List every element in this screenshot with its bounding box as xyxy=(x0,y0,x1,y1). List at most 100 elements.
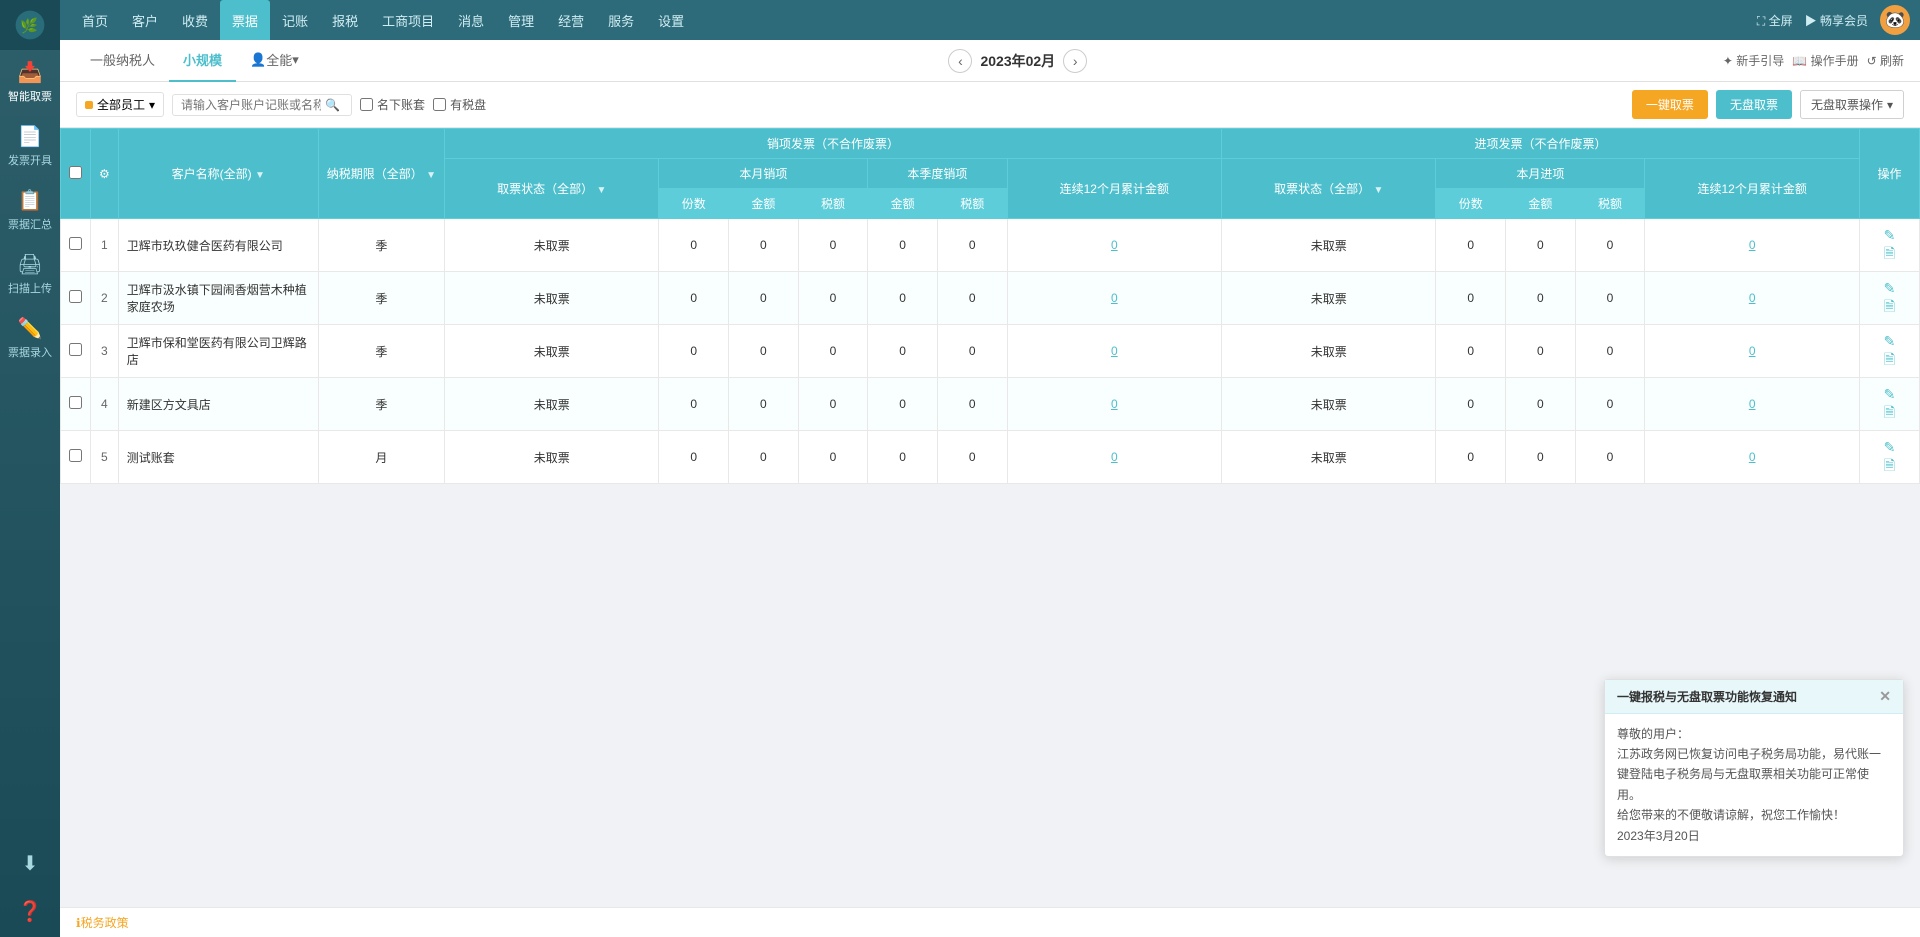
nav-collect[interactable]: 收费 xyxy=(170,0,220,40)
row-select-checkbox[interactable] xyxy=(69,237,82,250)
sidebar-item-invoice-summary[interactable]: 📋 票据汇总 xyxy=(0,178,60,242)
row-p-12month[interactable]: 0 xyxy=(1645,431,1860,484)
th-sales-12month: 连续12个月累计金额 xyxy=(1007,159,1222,219)
employee-select[interactable]: 全部员工 ▾ xyxy=(76,92,164,117)
user-avatar[interactable]: 🐼 xyxy=(1880,5,1910,35)
detail-action-btn[interactable]: 🗎 xyxy=(1880,457,1900,477)
search-input[interactable] xyxy=(181,98,321,112)
logo[interactable]: 🌿 xyxy=(0,0,60,50)
new-guide-link[interactable]: ✦ 新手引导 xyxy=(1723,52,1784,69)
search-box[interactable]: 🔍 xyxy=(172,94,352,116)
row-checkbox[interactable] xyxy=(61,378,91,431)
sidebar-item-issue-invoice-label: 发票开具 xyxy=(8,152,52,168)
row-s-month-count: 0 xyxy=(659,219,729,272)
select-all-checkbox[interactable] xyxy=(69,166,82,179)
edit-action-btn[interactable]: ✎ xyxy=(1880,278,1900,298)
row-s-month-amount: 0 xyxy=(729,431,799,484)
filter-period-icon[interactable]: ▼ xyxy=(426,170,436,181)
nav-manage[interactable]: 管理 xyxy=(496,0,546,40)
row-s-12month[interactable]: 0 xyxy=(1007,431,1222,484)
help-icon: ❓ xyxy=(18,899,43,924)
no-disk-fetch-btn[interactable]: 无盘取票 xyxy=(1716,90,1792,119)
filter-purchase-status-icon[interactable]: ▼ xyxy=(1373,185,1383,196)
row-sales-status: 未取票 xyxy=(445,378,659,431)
edit-action-btn[interactable]: ✎ xyxy=(1880,437,1900,457)
row-select-checkbox[interactable] xyxy=(69,290,82,303)
refresh-link[interactable]: ↺ 刷新 xyxy=(1867,52,1904,69)
tab-all[interactable]: 👤 全能 ▾ xyxy=(236,40,313,82)
nav-tax[interactable]: 报税 xyxy=(320,0,370,40)
row-s-12month[interactable]: 0 xyxy=(1007,219,1222,272)
fullscreen-btn[interactable]: ⛶ 全屏 xyxy=(1757,12,1793,29)
row-checkbox[interactable] xyxy=(61,219,91,272)
checkbox-my-accounts[interactable]: 名下账套 xyxy=(360,96,425,113)
sidebar-item-help[interactable]: ❓ xyxy=(0,889,60,937)
nav-home[interactable]: 首页 xyxy=(70,0,120,40)
current-month-label: 2023年02月 xyxy=(980,51,1055,71)
nav-business[interactable]: 工商项目 xyxy=(370,0,446,40)
row-checkbox[interactable] xyxy=(61,431,91,484)
row-select-checkbox[interactable] xyxy=(69,343,82,356)
row-sales-status: 未取票 xyxy=(445,325,659,378)
row-p-12month[interactable]: 0 xyxy=(1645,272,1860,325)
row-index: 4 xyxy=(91,378,119,431)
sidebar-item-scan-upload[interactable]: 🖨 扫描上传 xyxy=(0,242,60,306)
tab-general[interactable]: 一般纳税人 xyxy=(76,40,169,82)
row-index: 1 xyxy=(91,219,119,272)
detail-action-btn[interactable]: 🗎 xyxy=(1880,298,1900,318)
edit-action-btn[interactable]: ✎ xyxy=(1880,384,1900,404)
row-select-checkbox[interactable] xyxy=(69,449,82,462)
edit-action-btn[interactable]: ✎ xyxy=(1880,331,1900,351)
row-select-checkbox[interactable] xyxy=(69,396,82,409)
sidebar-item-download[interactable]: ⬇ xyxy=(0,841,60,889)
next-month-btn[interactable]: › xyxy=(1063,49,1087,73)
edit-action-btn[interactable]: ✎ xyxy=(1880,225,1900,245)
row-checkbox[interactable] xyxy=(61,325,91,378)
prev-month-btn[interactable]: ‹ xyxy=(948,49,972,73)
row-p-12month[interactable]: 0 xyxy=(1645,219,1860,272)
sidebar-item-smart-fetch[interactable]: 📥 智能取票 xyxy=(0,50,60,114)
checkbox-has-disk[interactable]: 有税盘 xyxy=(433,96,486,113)
nav-settings[interactable]: 设置 xyxy=(646,0,696,40)
month-navigation: ‹ 2023年02月 › xyxy=(948,49,1087,73)
nav-operate[interactable]: 经营 xyxy=(546,0,596,40)
table-row: 1 卫辉市玖玖健合医药有限公司 季 未取票 0 0 0 0 0 0 未取票 0 … xyxy=(61,219,1920,272)
vip-btn[interactable]: ▶ 畅享会员 xyxy=(1805,12,1868,29)
th-checkbox xyxy=(61,129,91,219)
row-index: 3 xyxy=(91,325,119,378)
detail-action-btn[interactable]: 🗎 xyxy=(1880,351,1900,371)
row-p-month-tax: 0 xyxy=(1575,272,1645,325)
tab-all-chevron: ▾ xyxy=(292,52,299,68)
sidebar: 🌿 📥 智能取票 📄 发票开具 📋 票据汇总 🖨 扫描上传 ✏️ 票据录入 ⬇ … xyxy=(0,0,60,937)
row-p-12month[interactable]: 0 xyxy=(1645,378,1860,431)
row-checkbox[interactable] xyxy=(61,272,91,325)
manual-link[interactable]: 📖 操作手册 xyxy=(1792,52,1858,69)
one-click-fetch-btn[interactable]: 一键取票 xyxy=(1632,90,1708,119)
detail-action-btn[interactable]: 🗎 xyxy=(1880,404,1900,424)
nav-bookkeeping[interactable]: 记账 xyxy=(270,0,320,40)
tab-small[interactable]: 小规模 xyxy=(169,40,236,82)
th-sales-status: 取票状态（全部） ▼ xyxy=(445,159,659,219)
nav-service[interactable]: 服务 xyxy=(596,0,646,40)
filter-customer-icon[interactable]: ▼ xyxy=(255,170,265,181)
row-s-12month[interactable]: 0 xyxy=(1007,272,1222,325)
row-s-12month[interactable]: 0 xyxy=(1007,378,1222,431)
row-purchase-status: 未取票 xyxy=(1222,431,1436,484)
dropdown-icon: ▾ xyxy=(1887,98,1893,112)
has-disk-checkbox[interactable] xyxy=(433,98,446,111)
data-entry-icon: ✏️ xyxy=(18,316,43,341)
notification-close-btn[interactable]: ✕ xyxy=(1879,688,1891,705)
detail-action-btn[interactable]: 🗎 xyxy=(1880,245,1900,265)
my-accounts-checkbox[interactable] xyxy=(360,98,373,111)
row-s-12month[interactable]: 0 xyxy=(1007,325,1222,378)
settings-icon[interactable]: ⚙ xyxy=(99,167,110,181)
nav-customer[interactable]: 客户 xyxy=(120,0,170,40)
sidebar-item-issue-invoice[interactable]: 📄 发票开具 xyxy=(0,114,60,178)
no-disk-ops-btn[interactable]: 无盘取票操作 ▾ xyxy=(1800,90,1904,119)
tax-policy-link[interactable]: 税务政策 xyxy=(81,914,129,931)
row-p-12month[interactable]: 0 xyxy=(1645,325,1860,378)
nav-invoice[interactable]: 票据 xyxy=(220,0,270,40)
filter-sales-status-icon[interactable]: ▼ xyxy=(596,185,606,196)
nav-message[interactable]: 消息 xyxy=(446,0,496,40)
sidebar-item-data-entry[interactable]: ✏️ 票据录入 xyxy=(0,306,60,370)
